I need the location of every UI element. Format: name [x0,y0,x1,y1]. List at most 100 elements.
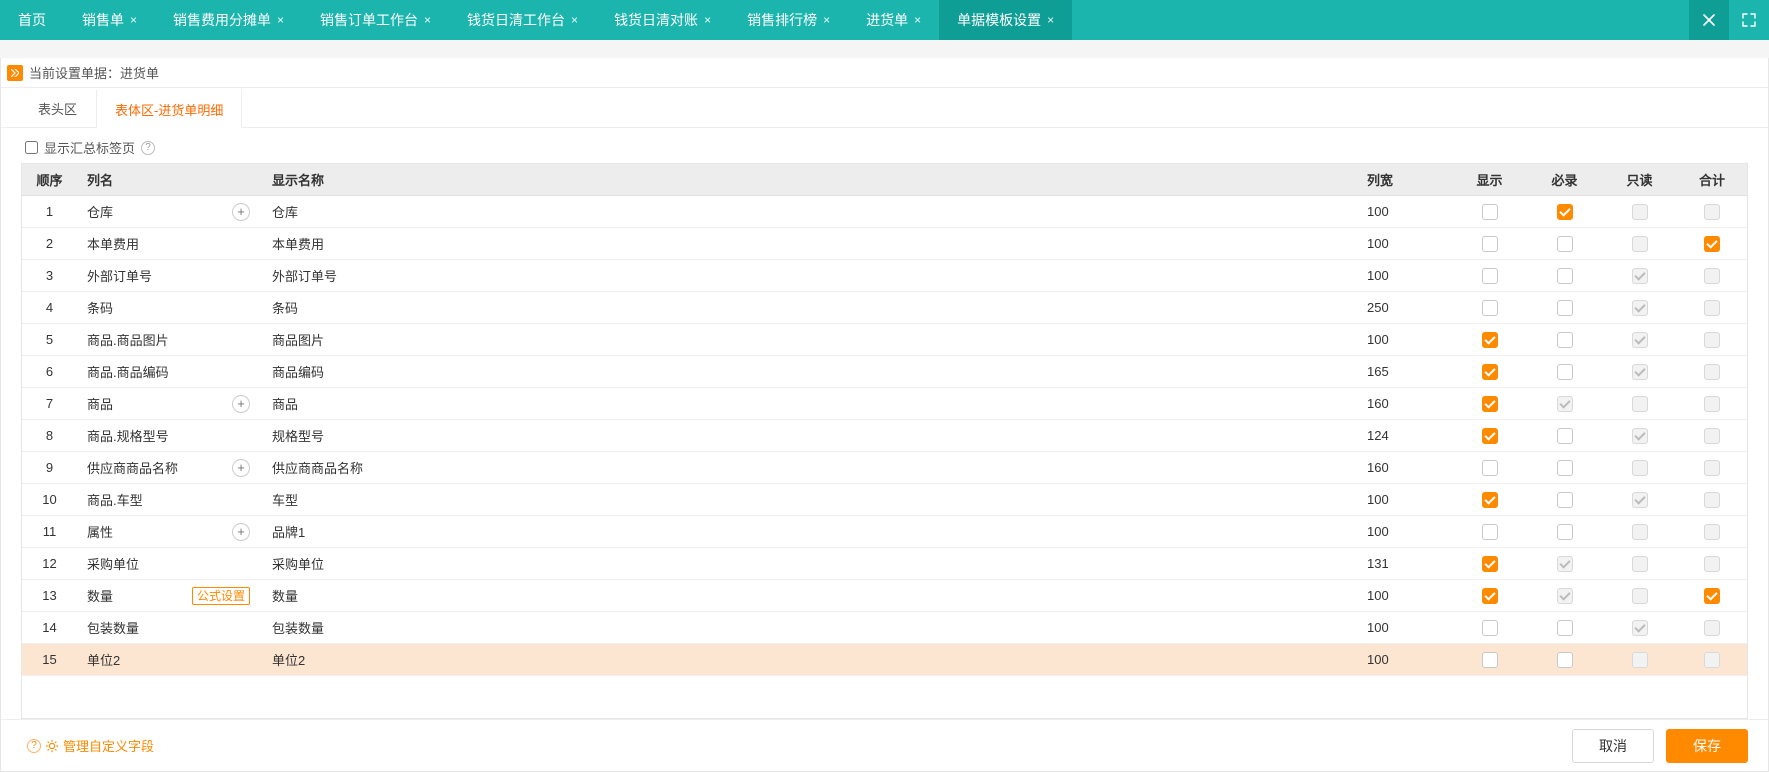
top-tab[interactable]: 销售订单工作台× [302,0,449,40]
cell-width[interactable]: 250 [1357,294,1452,321]
close-icon[interactable]: × [571,13,578,27]
table-row[interactable]: 8商品.规格型号规格型号124 [22,420,1747,452]
formula-setting-tag[interactable]: 公式设置 [192,587,250,605]
cell-display-name[interactable]: 外部订单号 [262,260,1357,291]
checkbox[interactable] [1482,236,1498,252]
show-summary-tab-checkbox[interactable] [25,141,38,154]
add-icon[interactable]: + [232,203,250,221]
cell-width[interactable]: 100 [1357,198,1452,225]
top-tab[interactable]: 销售单× [64,0,155,40]
checkbox[interactable] [1482,588,1498,604]
checkbox[interactable] [1557,300,1573,316]
table-row[interactable]: 7商品+商品160 [22,388,1747,420]
checkbox[interactable] [1557,652,1573,668]
cell-display-name[interactable]: 采购单位 [262,548,1357,579]
top-tab[interactable]: 销售费用分摊单× [155,0,302,40]
checkbox[interactable] [1557,204,1573,220]
table-row[interactable]: 15单位2单位2100 [22,644,1747,676]
checkbox[interactable] [1482,524,1498,540]
top-tab[interactable]: 销售排行榜× [729,0,848,40]
checkbox[interactable] [1482,300,1498,316]
checkbox[interactable] [1557,428,1573,444]
cell-display-name[interactable]: 商品图片 [262,324,1357,355]
checkbox[interactable] [1704,588,1720,604]
cancel-button[interactable]: 取消 [1572,729,1654,763]
cell-display-name[interactable]: 供应商商品名称 [262,452,1357,483]
checkbox[interactable] [1482,204,1498,220]
checkbox[interactable] [1482,268,1498,284]
checkbox[interactable] [1482,620,1498,636]
close-icon[interactable]: × [277,13,284,27]
cell-width[interactable]: 165 [1357,358,1452,385]
save-button[interactable]: 保存 [1666,729,1748,763]
add-icon[interactable]: + [232,523,250,541]
table-row[interactable]: 13数量公式设置数量100 [22,580,1747,612]
cell-width[interactable]: 124 [1357,422,1452,449]
close-icon[interactable]: × [914,13,921,27]
table-row[interactable]: 5商品.商品图片商品图片100 [22,324,1747,356]
checkbox[interactable] [1557,332,1573,348]
close-icon[interactable]: × [130,13,137,27]
checkbox[interactable] [1482,492,1498,508]
checkbox[interactable] [1704,236,1720,252]
checkbox[interactable] [1482,396,1498,412]
top-tab[interactable]: 单据模板设置× [939,0,1072,40]
top-tab[interactable]: 进货单× [848,0,939,40]
cell-width[interactable]: 131 [1357,550,1452,577]
grid-body[interactable]: 1仓库+仓库1002本单费用本单费用1003外部订单号外部订单号1004条码条码… [22,196,1747,718]
table-row[interactable]: 14包装数量包装数量100 [22,612,1747,644]
cell-width[interactable]: 160 [1357,390,1452,417]
cell-display-name[interactable]: 商品 [262,388,1357,419]
checkbox[interactable] [1557,268,1573,284]
close-icon[interactable]: × [704,13,711,27]
cell-width[interactable]: 100 [1357,486,1452,513]
close-all-tabs-button[interactable] [1689,0,1729,40]
table-row[interactable]: 11属性+品牌1100 [22,516,1747,548]
cell-display-name[interactable]: 规格型号 [262,420,1357,451]
table-row[interactable]: 10商品.车型车型100 [22,484,1747,516]
sub-tab[interactable]: 表头区 [19,88,96,128]
checkbox[interactable] [1482,652,1498,668]
cell-display-name[interactable]: 本单费用 [262,228,1357,259]
checkbox[interactable] [1557,492,1573,508]
cell-width[interactable]: 100 [1357,614,1452,641]
table-row[interactable]: 2本单费用本单费用100 [22,228,1747,260]
checkbox[interactable] [1557,524,1573,540]
cell-display-name[interactable]: 包装数量 [262,612,1357,643]
close-icon[interactable]: × [424,13,431,27]
cell-display-name[interactable]: 车型 [262,484,1357,515]
checkbox[interactable] [1482,428,1498,444]
cell-display-name[interactable]: 数量 [262,580,1357,611]
close-icon[interactable]: × [1047,13,1054,27]
sub-tab[interactable]: 表体区-进货单明细 [96,88,242,128]
checkbox[interactable] [1557,236,1573,252]
cell-display-name[interactable]: 条码 [262,292,1357,323]
help-icon[interactable]: ? [141,141,155,155]
top-tab[interactable]: 钱货日清对账× [596,0,729,40]
add-icon[interactable]: + [232,459,250,477]
cell-display-name[interactable]: 品牌1 [262,516,1357,547]
manage-custom-fields-link[interactable]: 管理自定义字段 [63,736,154,755]
checkbox[interactable] [1557,364,1573,380]
cell-width[interactable]: 100 [1357,646,1452,673]
table-row[interactable]: 12采购单位采购单位131 [22,548,1747,580]
cell-display-name[interactable]: 商品编码 [262,356,1357,387]
top-tab[interactable]: 钱货日清工作台× [449,0,596,40]
add-icon[interactable]: + [232,395,250,413]
table-row[interactable]: 6商品.商品编码商品编码165 [22,356,1747,388]
cell-width[interactable]: 100 [1357,326,1452,353]
checkbox[interactable] [1482,332,1498,348]
checkbox[interactable] [1557,620,1573,636]
checkbox[interactable] [1557,460,1573,476]
checkbox[interactable] [1482,364,1498,380]
fullscreen-button[interactable] [1729,0,1769,40]
cell-width[interactable]: 160 [1357,454,1452,481]
cell-display-name[interactable]: 单位2 [262,644,1357,675]
top-tab[interactable]: 首页 [0,0,64,40]
close-icon[interactable]: × [823,13,830,27]
cell-width[interactable]: 100 [1357,230,1452,257]
collapse-handle[interactable] [7,65,23,81]
checkbox[interactable] [1482,556,1498,572]
cell-display-name[interactable]: 仓库 [262,196,1357,227]
table-row[interactable]: 3外部订单号外部订单号100 [22,260,1747,292]
